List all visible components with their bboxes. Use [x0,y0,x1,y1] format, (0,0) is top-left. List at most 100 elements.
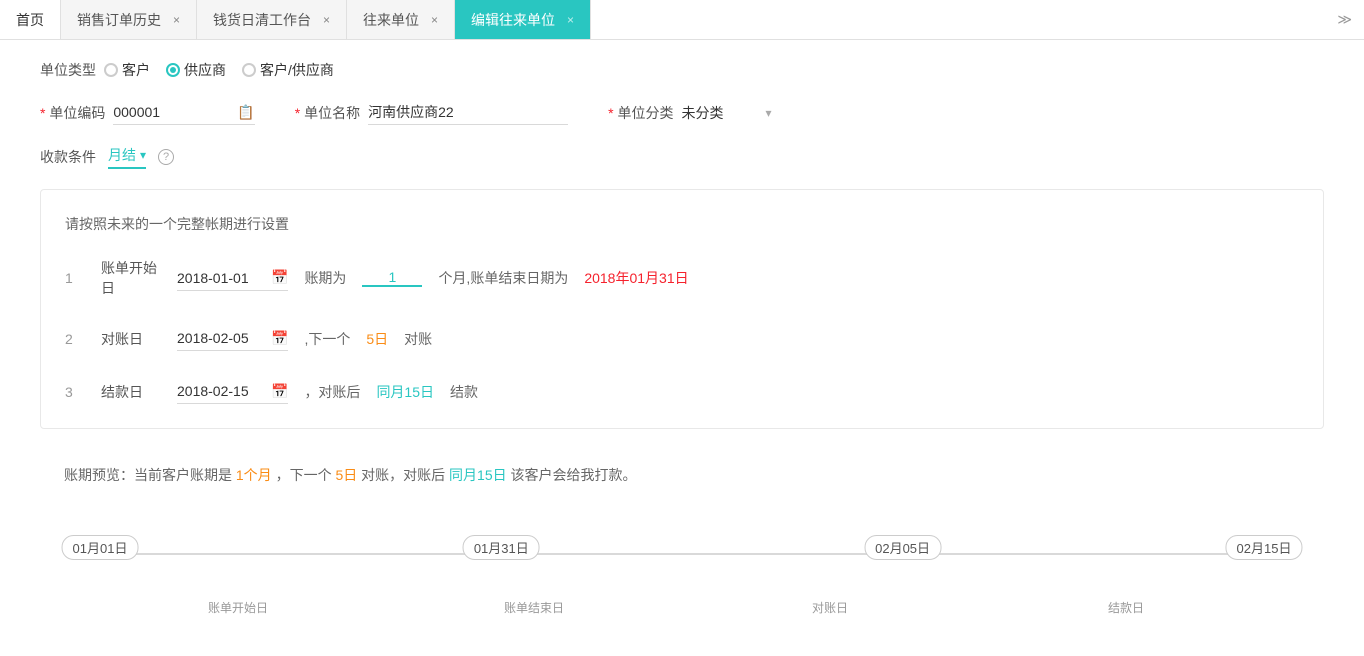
period-label-1: 账单开始日 [101,258,161,298]
period-date-input-2[interactable] [177,326,267,350]
timeline-badge-4: 02月15日 [1226,535,1303,560]
badge-4-text: 02月15日 [1226,535,1303,560]
unit-name-field: 单位名称 [295,100,568,125]
unit-type-label: 单位类型 [40,60,96,80]
tab-home[interactable]: 首页 [0,0,61,39]
period-num-2: 2 [65,331,85,347]
preview-prefix: 账期预览：当前客户账期是 [64,467,232,483]
preview-sep1: ，下一个 [276,467,332,483]
period-title: 请按照未来的一个完整帐期进行设置 [65,214,1299,234]
tab-home-label: 首页 [16,10,44,30]
period-date-1: 📅 [177,266,288,291]
period-desc-suffix-1: 个月,账单结束日期为 [438,268,568,288]
radio-customer-label: 客户 [122,60,150,80]
radio-supplier-label: 供应商 [184,60,226,80]
tab-edit-partner-close[interactable]: × [567,13,574,27]
period-desc-3a: ，对账后 [304,382,360,402]
badge-1-text: 01月01日 [62,535,139,560]
period-day-3: 同月15日 [376,382,434,402]
period-cal-icon-1[interactable]: 📅 [271,269,288,286]
radio-customer-circle [104,63,118,77]
preview-suffix: 该客户会给我打款。 [511,467,637,483]
period-end-date: 2018年01月31日 [584,268,688,288]
tab-cash-ledger-close[interactable]: × [323,13,330,27]
unit-code-input-wrapper: 📋 [113,100,254,125]
period-date-3: 📅 [177,379,288,404]
collect-select[interactable]: 月结 ▾ [108,145,146,169]
period-date-2: 📅 [177,326,288,351]
period-date-input-3[interactable] [177,379,267,403]
collect-arrow: ▾ [140,148,146,162]
period-desc-2a: ,下一个 [304,329,350,349]
timeline-badge-2: 01月31日 [463,535,540,560]
tab-cash-ledger-label: 钱货日清工作台 [213,10,311,30]
period-row-1: 1 账单开始日 📅 账期为 个月,账单结束日期为 2018年01月31日 [65,258,1299,298]
period-day-2: 5日 [366,329,388,349]
unit-category-arrow: ▾ [765,106,771,120]
tab-partners[interactable]: 往来单位 × [347,0,455,39]
badge-2-text: 01月31日 [463,535,540,560]
preview-part3: 同月15日 [449,467,507,483]
period-desc-2b: 对账 [404,329,432,349]
timeline-container: 01月01日 01月31日 02月05日 02月15日 账单开始日 账单结 [40,525,1324,636]
radio-both-label: 客户/供应商 [260,60,334,80]
timeline-track-area: 01月01日 01月31日 02月05日 02月15日 [80,535,1284,595]
collect-condition-row: 收款条件 月结 ▾ ? [40,145,1324,169]
preview-sep2: 对账，对账后 [361,467,445,483]
period-row-2: 2 对账日 📅 ,下一个 5日 对账 [65,326,1299,351]
unit-type-field: 单位类型 客户 供应商 客户/供应商 [40,60,334,80]
unit-type-radio-group: 客户 供应商 客户/供应商 [104,60,334,80]
radio-both[interactable]: 客户/供应商 [242,60,334,80]
period-date-input-1[interactable] [177,266,267,290]
tab-sales-history-close[interactable]: × [173,13,180,27]
timeline-badge-3: 02月05日 [864,535,941,560]
tab-sales-history-label: 销售订单历史 [77,10,161,30]
period-desc-prefix-1: 账期为 [304,268,346,288]
badge-3-text: 02月05日 [864,535,941,560]
radio-supplier[interactable]: 供应商 [166,60,226,80]
main-content: 单位类型 客户 供应商 客户/供应商 单位编码 [0,40,1364,656]
preview-part1: 1个月 [236,467,272,483]
tab-cash-ledger[interactable]: 钱货日清工作台 × [197,0,347,39]
unit-code-input[interactable] [113,100,233,124]
collect-label: 收款条件 [40,147,96,167]
period-desc-3b: 结款 [450,382,478,402]
tab-expand-button[interactable]: ≫ [1325,0,1364,39]
tab-partners-label: 往来单位 [363,10,419,30]
preview-part2: 5日 [335,467,357,483]
collect-value: 月结 [108,145,136,165]
period-row-3: 3 结款日 📅 ，对账后 同月15日 结款 [65,379,1299,404]
tab-partners-close[interactable]: × [431,13,438,27]
unit-code-icon[interactable]: 📋 [237,104,254,121]
unit-category-value: 未分类 [681,103,761,123]
preview-row: 账期预览：当前客户账期是 1个月 ，下一个 5日 对账，对账后 同月15日 该客… [40,449,1324,501]
period-num-1: 1 [65,270,85,286]
unit-code-label: 单位编码 [40,103,105,123]
radio-supplier-circle [166,63,180,77]
unit-type-row: 单位类型 客户 供应商 客户/供应商 [40,60,1324,80]
period-label-2: 对账日 [101,329,161,349]
unit-name-label: 单位名称 [295,103,360,123]
radio-both-circle [242,63,256,77]
period-settings-box: 请按照未来的一个完整帐期进行设置 1 账单开始日 📅 账期为 个月,账单结束日期… [40,189,1324,429]
tab-bar: 首页 销售订单历史 × 钱货日清工作台 × 往来单位 × 编辑往来单位 × ≫ [0,0,1364,40]
period-num-3: 3 [65,384,85,400]
unit-category-label: 单位分类 [608,103,673,123]
period-cal-icon-3[interactable]: 📅 [271,383,288,400]
unit-code-field: 单位编码 📋 [40,100,255,125]
unit-name-input[interactable] [368,100,568,125]
unit-info-row: 单位编码 📋 单位名称 单位分类 未分类 ▾ [40,100,1324,125]
tab-edit-partner-label: 编辑往来单位 [471,10,555,30]
period-month-input[interactable] [362,269,422,287]
period-cal-icon-2[interactable]: 📅 [271,330,288,347]
tab-sales-history[interactable]: 销售订单历史 × [61,0,197,39]
period-label-3: 结款日 [101,382,161,402]
collect-help-icon[interactable]: ? [158,149,174,165]
expand-icon: ≫ [1337,11,1352,28]
timeline-nodes: 01月01日 01月31日 02月05日 02月15日 [80,535,1284,559]
unit-category-select[interactable]: 未分类 ▾ [681,103,771,123]
radio-customer[interactable]: 客户 [104,60,150,80]
tab-edit-partner[interactable]: 编辑往来单位 × [455,0,591,39]
timeline-badge-1: 01月01日 [62,535,139,560]
unit-category-field: 单位分类 未分类 ▾ [608,103,771,123]
